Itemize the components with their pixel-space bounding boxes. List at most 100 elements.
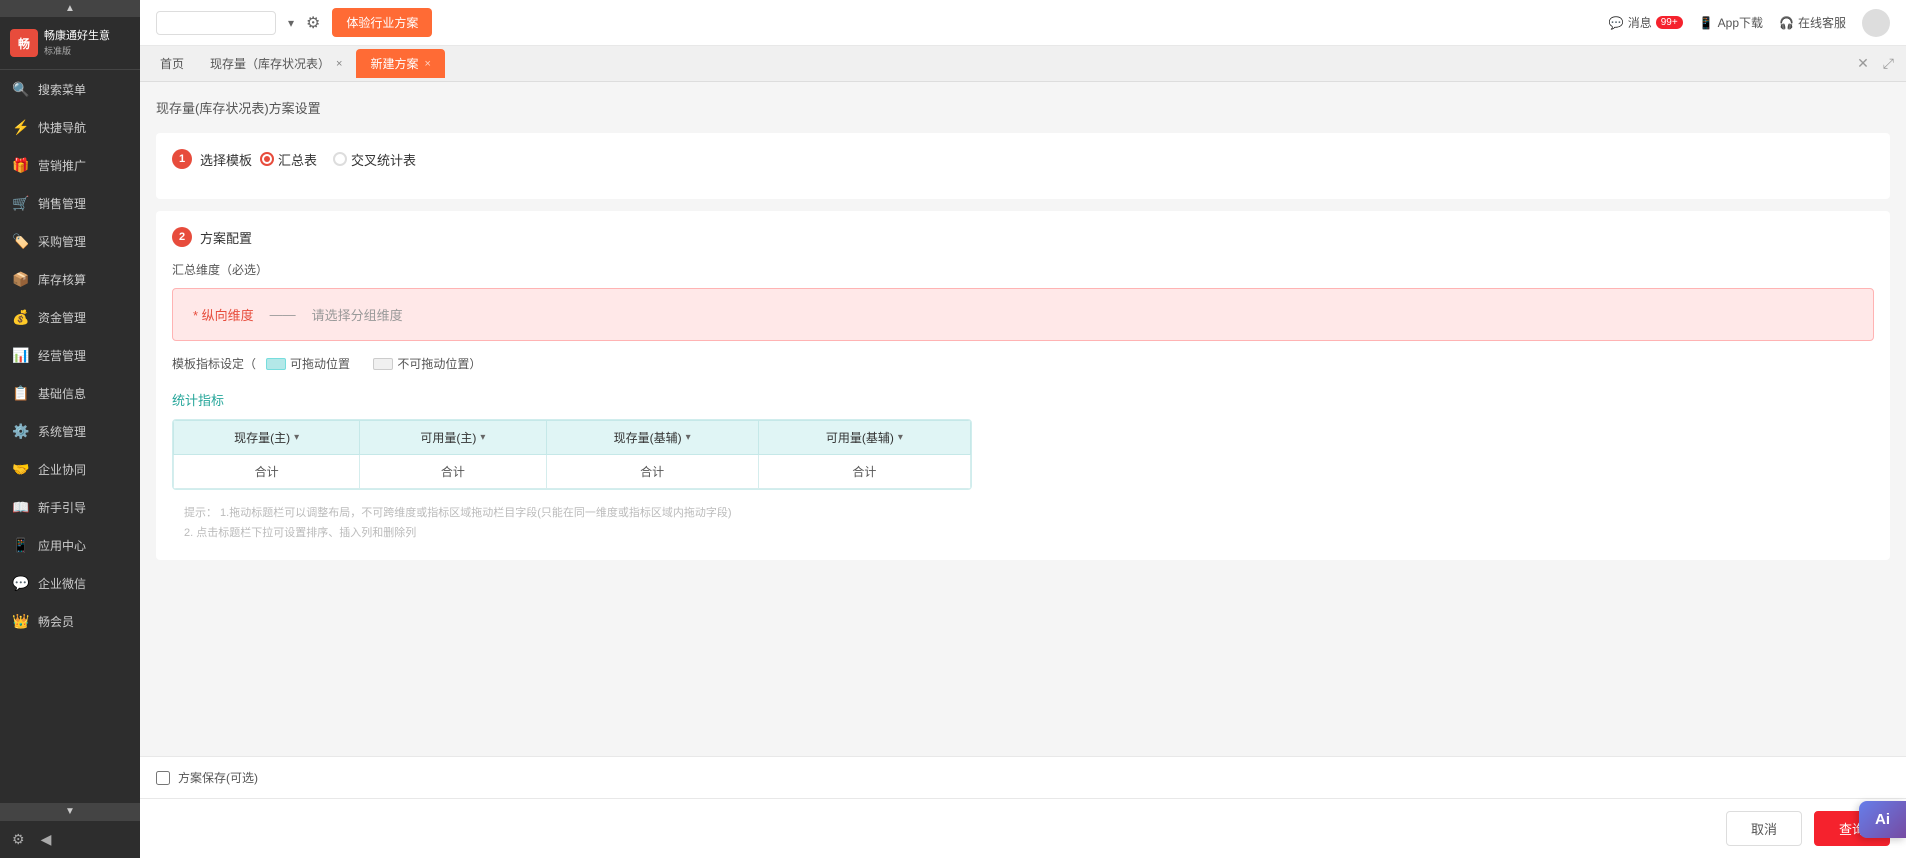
tab-new-plan-close[interactable]: × [424,58,430,70]
inventory-icon: 📦 [12,270,30,288]
collapse-icon[interactable]: ◀ [41,831,52,848]
stats-table-body: 合计 合计 合计 合计 [174,455,971,489]
settings-icon[interactable]: ⚙ [12,831,25,848]
topbar: ▾ ⚙ 体验行业方案 💬 消息 99+ 📱 App下载 🎧 在线客服 [140,0,1906,46]
new-guide-icon: 📖 [12,498,30,516]
td-current-main: 合计 [174,455,360,489]
online-service-btn[interactable]: 🎧 在线客服 [1779,14,1846,31]
th-current-main[interactable]: 现存量(主) ▾ [174,421,360,455]
sidebar-item-quick-nav[interactable]: ⚡ 快捷导航 [0,108,140,146]
step1-title: 选择模板 [200,150,252,169]
step1-header: 1 选择模板 汇总表 交叉统计表 [172,149,1874,169]
tab-close-panel-btn[interactable]: ✕ [1853,53,1873,74]
page-title: 现存量(库存状况表)方案设置 [156,98,1890,117]
logo-text: 畅康通好生意 标准版 [44,29,110,56]
quick-nav-icon: ⚡ [12,118,30,136]
topbar-gear-icon[interactable]: ⚙ [306,13,320,33]
message-chat-icon: 💬 [1609,16,1624,30]
chevron-down-icon: ▾ [294,432,299,443]
tip-2: 2. 点击标题栏下拉可设置排序、插入列和删除列 [184,524,1874,544]
th-available-main[interactable]: 可用量(主) ▾ [360,421,546,455]
step2-num: 2 [172,227,192,247]
legend-not-draggable-box [373,358,393,370]
tab-expand-btn[interactable]: ⤢ [1879,53,1898,74]
step1-section: 1 选择模板 汇总表 交叉统计表 [156,133,1890,199]
sidebar-item-sales[interactable]: 🛒 销售管理 [0,184,140,222]
tab-controls: ✕ ⤢ [1853,53,1898,74]
legend-draggable: 可拖动位置 [266,355,350,372]
save-section: 方案保存(可选) [140,756,1906,798]
sidebar: ▲ 畅 畅康通好生意 标准版 🔍 搜索菜单 ⚡ 快捷导航 🎁 营销推广 🛒 销售… [0,0,140,858]
save-checkbox[interactable] [156,771,170,785]
step1-num: 1 [172,149,192,169]
search-icon: 🔍 [12,80,30,98]
sidebar-item-basic-info[interactable]: 📋 基础信息 [0,374,140,412]
purchase-icon: 🏷️ [12,232,30,250]
sidebar-item-finance[interactable]: 💰 资金管理 [0,298,140,336]
main-area: ▾ ⚙ 体验行业方案 💬 消息 99+ 📱 App下载 🎧 在线客服 首页 [140,0,1906,858]
legend-not-draggable-label: 不可拖动位置） [397,355,481,372]
topbar-search-input[interactable] [156,11,276,35]
ai-float-button[interactable]: Ai [1859,801,1906,838]
scroll-up-btn[interactable]: ▲ [0,0,140,17]
sidebar-item-inventory[interactable]: 📦 库存核算 [0,260,140,298]
topbar-dropdown-btn[interactable]: ▾ [288,16,294,30]
sidebar-item-marketing[interactable]: 🎁 营销推广 [0,146,140,184]
indicator-setting: 模板指标设定（ 可拖动位置 不可拖动位置） [172,355,1874,372]
th-current-aux[interactable]: 现存量(基辅) ▾ [546,421,758,455]
legend-draggable-box [266,358,286,370]
bottom-actions: 取消 查询 [140,798,1906,858]
th-available-aux[interactable]: 可用量(基辅) ▾ [758,421,970,455]
tip-1: 提示： 1.拖动标题栏可以调整布局，不可跨维度或指标区域拖动栏目字段(只能在同一… [184,504,1874,524]
message-btn[interactable]: 💬 消息 99+ [1609,14,1683,31]
chevron-down-icon-3: ▾ [686,432,691,443]
headset-icon: 🎧 [1779,16,1794,30]
wechat-icon: 💬 [12,574,30,592]
dimension-placeholder: 请选择分组维度 [312,305,403,324]
sidebar-item-wechat[interactable]: 💬 企业微信 [0,564,140,602]
app-download-btn[interactable]: 📱 App下载 [1699,14,1763,31]
sidebar-logo: 畅 畅康通好生意 标准版 [0,17,140,70]
member-icon: 👑 [12,612,30,630]
sidebar-item-member[interactable]: 👑 畅会员 [0,602,140,640]
sidebar-item-search[interactable]: 🔍 搜索菜单 [0,70,140,108]
tab-inventory-close[interactable]: × [336,58,342,70]
stats-table-head: 现存量(主) ▾ 可用量(主) ▾ [174,421,971,455]
sidebar-item-app-center[interactable]: 📱 应用中心 [0,526,140,564]
tabs-bar: 首页 现存量（库存状况表） × 新建方案 × ✕ ⤢ [140,46,1906,82]
finance-icon: 💰 [12,308,30,326]
stats-table: 现存量(主) ▾ 可用量(主) ▾ [173,420,971,489]
sidebar-item-operations[interactable]: 📊 经营管理 [0,336,140,374]
td-available-aux: 合计 [758,455,970,489]
stats-table-container: 现存量(主) ▾ 可用量(主) ▾ [172,419,972,490]
tips-section: 提示： 1.拖动标题栏可以调整布局，不可跨维度或指标区域拖动栏目字段(只能在同一… [172,504,1874,544]
topbar-right: 💬 消息 99+ 📱 App下载 🎧 在线客服 [1609,9,1890,37]
radio-cross[interactable]: 交叉统计表 [333,150,416,169]
user-avatar[interactable] [1862,9,1890,37]
dimension-required-label: * 纵向维度 [193,305,254,324]
sidebar-item-new-guide[interactable]: 📖 新手引导 [0,488,140,526]
sidebar-item-cooperation[interactable]: 🤝 企业协同 [0,450,140,488]
tab-new-plan[interactable]: 新建方案 × [356,49,444,78]
stats-table-header-row: 现存量(主) ▾ 可用量(主) ▾ [174,421,971,455]
sidebar-item-system[interactable]: ⚙️ 系统管理 [0,412,140,450]
message-badge: 99+ [1656,16,1683,29]
radio-cross-dot [333,152,347,166]
cooperation-icon: 🤝 [12,460,30,478]
dimension-line: —— [270,307,296,322]
template-radio-group: 汇总表 交叉统计表 [260,150,416,169]
logo-icon: 畅 [10,29,38,57]
trial-btn[interactable]: 体验行业方案 [332,8,432,37]
marketing-icon: 🎁 [12,156,30,174]
tab-home[interactable]: 首页 [148,49,196,78]
sidebar-bottom: ⚙ ◀ [0,820,140,858]
tab-inventory[interactable]: 现存量（库存状况表） × [196,49,356,78]
basic-info-icon: 📋 [12,384,30,402]
radio-summary[interactable]: 汇总表 [260,150,317,169]
dimension-box[interactable]: * 纵向维度 —— 请选择分组维度 [172,288,1874,341]
sidebar-item-purchase[interactable]: 🏷️ 采购管理 [0,222,140,260]
cancel-button[interactable]: 取消 [1726,811,1802,846]
td-current-aux: 合计 [546,455,758,489]
scroll-down-btn[interactable]: ▼ [0,803,140,820]
td-available-main: 合计 [360,455,546,489]
